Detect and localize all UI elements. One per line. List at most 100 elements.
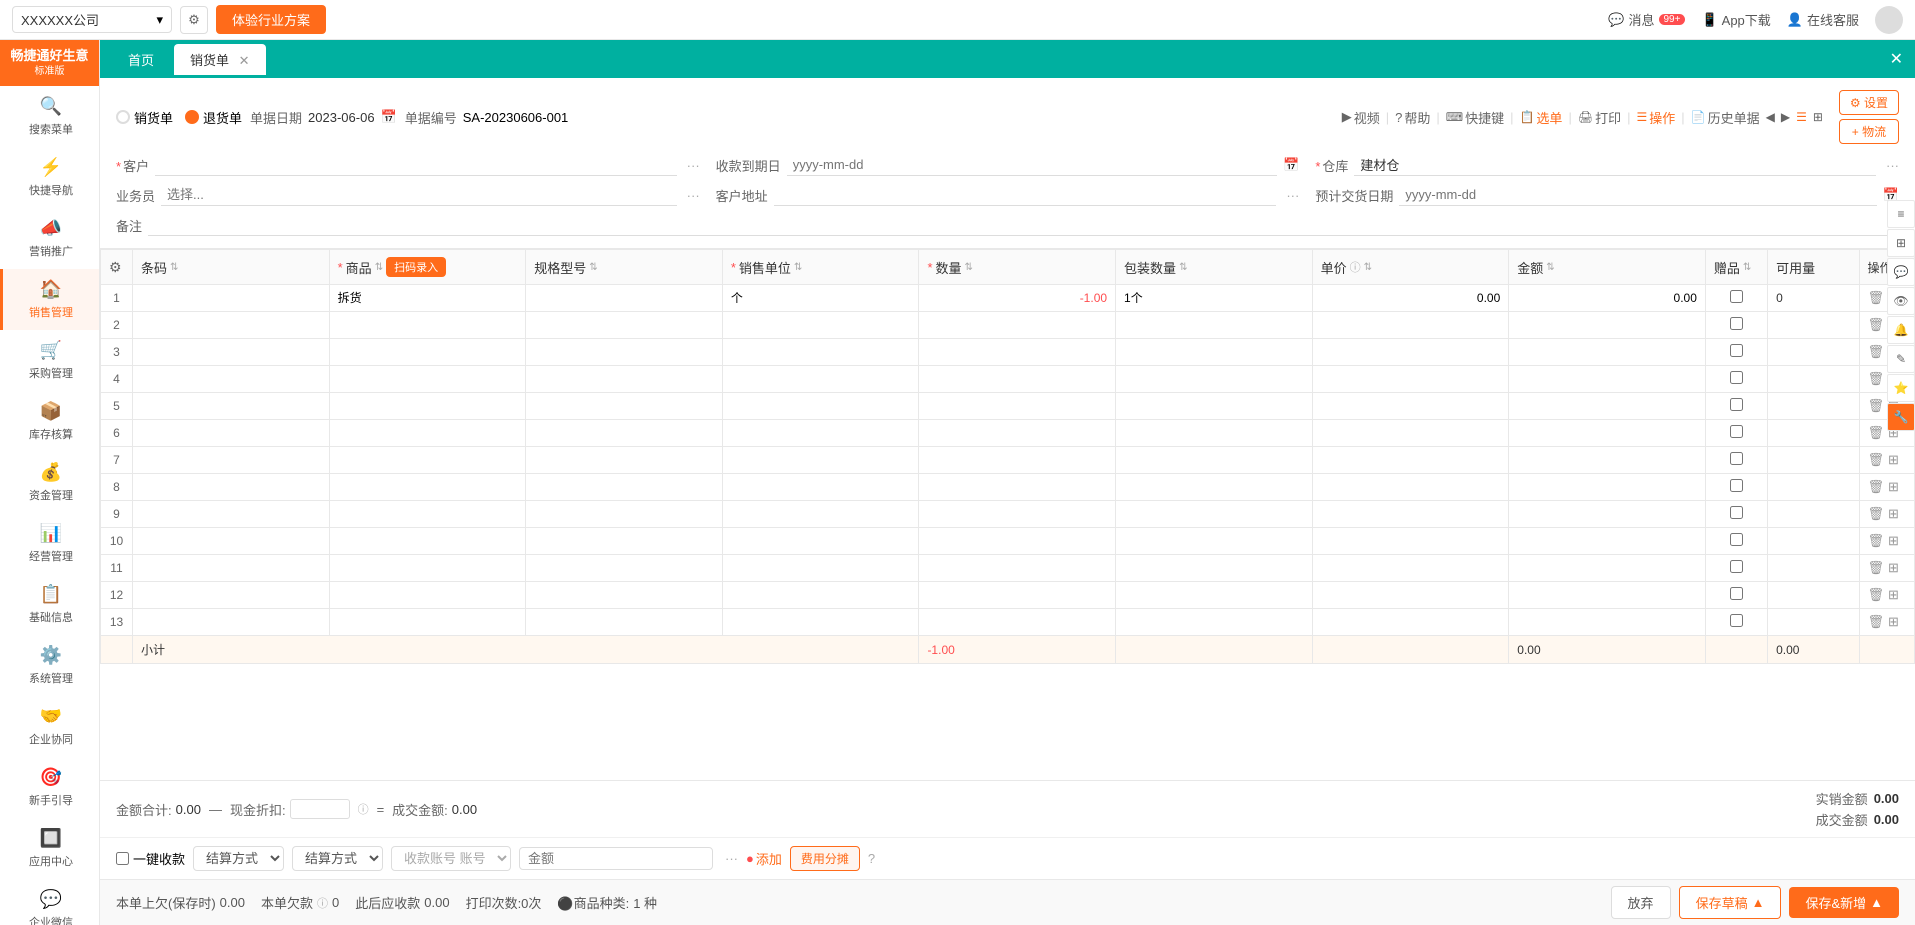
cell-product[interactable]	[329, 393, 526, 420]
amount-input[interactable]	[1517, 291, 1697, 305]
cell-qty[interactable]	[919, 609, 1116, 636]
unit-input[interactable]	[731, 372, 911, 386]
product-input[interactable]	[338, 318, 518, 332]
cell-unit[interactable]	[722, 339, 919, 366]
cell-price[interactable]	[1312, 582, 1509, 609]
copy-row-icon[interactable]: ⊞	[1888, 614, 1899, 630]
delete-row-icon[interactable]: 🗑	[1868, 587, 1885, 603]
cell-product[interactable]	[329, 555, 526, 582]
cell-unit[interactable]	[722, 555, 919, 582]
spec-input[interactable]	[534, 453, 714, 467]
cell-gift[interactable]	[1705, 339, 1767, 366]
next-page-icon[interactable]: ▶	[1781, 110, 1790, 124]
unit-input[interactable]	[731, 480, 911, 494]
barcode-input[interactable]	[141, 615, 321, 629]
delete-row-icon[interactable]: 🗑	[1868, 614, 1885, 630]
cell-barcode[interactable]	[133, 447, 330, 474]
cell-barcode[interactable]	[133, 474, 330, 501]
price-input[interactable]	[1321, 399, 1501, 413]
cell-spec[interactable]	[526, 609, 723, 636]
unit-input[interactable]	[731, 534, 911, 548]
discount-input[interactable]	[290, 799, 350, 819]
barcode-input[interactable]	[141, 318, 321, 332]
unit-input[interactable]	[731, 561, 911, 575]
pack-qty-input[interactable]	[1124, 291, 1304, 305]
tab-close-icon[interactable]: ✕	[239, 53, 250, 68]
spec-input[interactable]	[534, 480, 714, 494]
cell-product[interactable]	[329, 582, 526, 609]
pack-qty-input[interactable]	[1124, 318, 1304, 332]
spec-input[interactable]	[534, 534, 714, 548]
cell-product[interactable]	[329, 474, 526, 501]
settings-gear-button[interactable]: ⚙	[180, 6, 208, 34]
gift-checkbox[interactable]	[1730, 371, 1743, 384]
cell-price[interactable]	[1312, 366, 1509, 393]
tab-home[interactable]: 首页	[112, 44, 170, 75]
pack-qty-input[interactable]	[1124, 372, 1304, 386]
spec-input[interactable]	[534, 318, 714, 332]
gift-sort-icon[interactable]: ⇅	[1743, 262, 1751, 273]
radio-sales-order[interactable]: 销货单	[116, 108, 173, 127]
sidebar-item-marketing[interactable]: 📣 营销推广	[0, 208, 99, 269]
amount-input[interactable]	[1517, 534, 1697, 548]
salesperson-more-icon[interactable]: ···	[687, 188, 700, 203]
barcode-input[interactable]	[141, 291, 321, 305]
price-sort-icon[interactable]: ⇅	[1364, 262, 1372, 273]
cell-price[interactable]	[1312, 447, 1509, 474]
tab-sales-order[interactable]: 销货单 ✕	[174, 44, 266, 75]
qty-input[interactable]	[927, 534, 1107, 548]
one-click-pay-input[interactable]	[116, 852, 129, 865]
add-payment-button[interactable]: ● 添加	[746, 849, 782, 868]
pack-qty-input[interactable]	[1124, 399, 1304, 413]
pack-sort-icon[interactable]: ⇅	[1179, 262, 1187, 273]
product-input[interactable]	[338, 480, 518, 494]
cell-gift[interactable]	[1705, 528, 1767, 555]
cell-amount[interactable]	[1509, 285, 1706, 312]
radio-return-order[interactable]: 退货单	[185, 108, 242, 127]
cell-barcode[interactable]	[133, 312, 330, 339]
barcode-input[interactable]	[141, 480, 321, 494]
cell-qty[interactable]	[919, 285, 1116, 312]
cell-gift[interactable]	[1705, 393, 1767, 420]
notes-input[interactable]	[148, 214, 1899, 236]
company-selector[interactable]: XXXXXX公司 ▾	[12, 6, 172, 33]
spec-input[interactable]	[534, 588, 714, 602]
sidebar-item-inventory[interactable]: 📦 库存核算	[0, 391, 99, 452]
cell-amount[interactable]	[1509, 366, 1706, 393]
price-input[interactable]	[1321, 318, 1501, 332]
cell-unit[interactable]	[722, 474, 919, 501]
cell-pack-qty[interactable]	[1116, 555, 1313, 582]
current-debt-info-icon[interactable]: ⓘ	[317, 895, 328, 911]
tab-bar-close-button[interactable]: ✕	[1890, 49, 1903, 69]
amount-input[interactable]	[1517, 345, 1697, 359]
copy-row-icon[interactable]: ⊞	[1888, 506, 1899, 522]
amount-sort-icon[interactable]: ⇅	[1546, 262, 1554, 273]
unit-input[interactable]	[731, 318, 911, 332]
print-link[interactable]: 🖨 打印	[1578, 108, 1621, 127]
user-avatar[interactable]	[1875, 6, 1903, 34]
sidebar-item-basics[interactable]: 📋 基础信息	[0, 574, 99, 635]
price-input[interactable]	[1321, 372, 1501, 386]
cell-pack-qty[interactable]	[1116, 312, 1313, 339]
cell-barcode[interactable]	[133, 555, 330, 582]
cell-qty[interactable]	[919, 501, 1116, 528]
cell-amount[interactable]	[1509, 474, 1706, 501]
cell-amount[interactable]	[1509, 609, 1706, 636]
cell-pack-qty[interactable]	[1116, 285, 1313, 312]
one-click-pay-checkbox[interactable]: 一键收款	[116, 849, 185, 868]
unit-sort-icon[interactable]: ⇅	[794, 262, 802, 273]
float-btn-6[interactable]: ✎	[1887, 345, 1915, 373]
qty-input[interactable]	[927, 615, 1107, 629]
barcode-input[interactable]	[141, 345, 321, 359]
online-service-button[interactable]: 👤 在线客服	[1787, 10, 1859, 29]
cell-barcode[interactable]	[133, 285, 330, 312]
cell-product[interactable]	[329, 285, 526, 312]
cell-gift[interactable]	[1705, 555, 1767, 582]
unit-input[interactable]	[731, 426, 911, 440]
cell-gift[interactable]	[1705, 474, 1767, 501]
product-input[interactable]	[338, 507, 518, 521]
unit-input[interactable]	[731, 399, 911, 413]
cell-unit[interactable]	[722, 393, 919, 420]
float-btn-4[interactable]: 👁	[1887, 287, 1915, 315]
cell-amount[interactable]	[1509, 393, 1706, 420]
